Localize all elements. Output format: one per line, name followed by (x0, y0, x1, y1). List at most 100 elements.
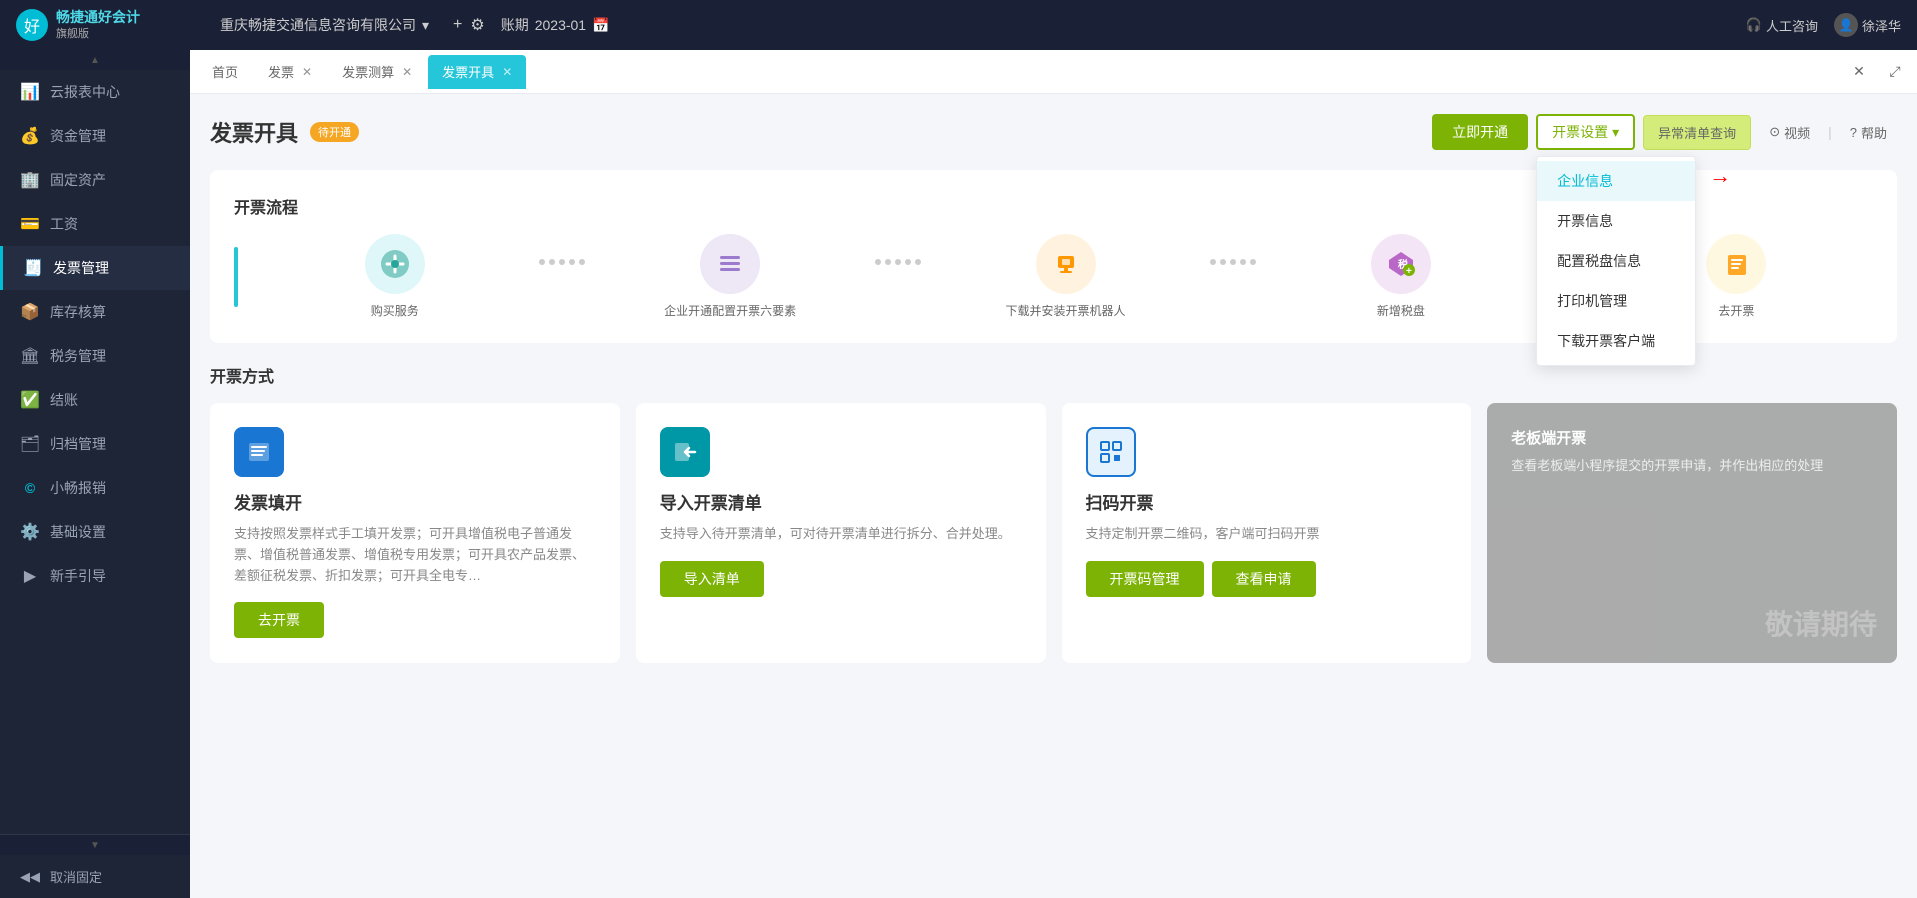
archive-icon: 🗂 (20, 434, 40, 454)
sidebar-item-zijin[interactable]: 💰 资金管理 (0, 114, 190, 158)
sidebar-item-kucun[interactable]: 📦 库存核算 (0, 290, 190, 334)
dropdown-item-dayinji[interactable]: 打印机管理 (1537, 281, 1695, 321)
scan-invoice-btn2[interactable]: 查看申请 (1212, 561, 1316, 597)
dropdown-item-label: 打印机管理 (1557, 293, 1627, 309)
support-btn[interactable]: 🎧 人工咨询 (1746, 16, 1818, 35)
tab-fapiao[interactable]: 发票 ✕ (254, 55, 326, 89)
tab-cesuan-close[interactable]: ✕ (402, 65, 412, 79)
sidebar-item-jiezhang[interactable]: ✅ 结账 (0, 378, 190, 422)
dropdown-item-qiyexinxi[interactable]: 企业信息 (1537, 161, 1695, 201)
flow-connector-3 (1202, 259, 1264, 265)
logo-sub: 旗舰版 (56, 25, 140, 41)
chart-icon: 📊 (20, 82, 40, 102)
video-button[interactable]: ⊙ 视频 (1759, 116, 1820, 149)
content-area: 首页 发票 ✕ 发票测算 ✕ 发票开具 ✕ ✕ ⤢ (190, 50, 1917, 898)
sidebar-item-gudingzichan[interactable]: 🏢 固定资产 (0, 158, 190, 202)
tab-kaiqu-label: 发票开具 (442, 62, 494, 81)
sidebar-item-gongzi[interactable]: 💳 工资 (0, 202, 190, 246)
boss-invoice-title: 老板端开票 (1511, 427, 1873, 448)
sidebar-scroll-down[interactable]: ▼ (0, 835, 190, 855)
import-invoice-desc: 支持导入待开票清单，可对待开票清单进行拆分、合并处理。 (660, 524, 1022, 545)
dot (905, 259, 911, 265)
dot (549, 259, 555, 265)
tab-maximize-btn[interactable]: ⤢ (1881, 58, 1909, 86)
play-circle-icon: ⊙ (1769, 124, 1780, 140)
company-selector[interactable]: 重庆畅捷交通信息咨询有限公司 ▾ (212, 11, 437, 39)
sidebar-item-fapiao[interactable]: 🧾 发票管理 (0, 246, 190, 290)
box-icon: 📦 (20, 302, 40, 322)
sidebar-item-jichu[interactable]: ⚙️ 基础设置 (0, 510, 190, 554)
fill-invoice-icon (234, 427, 284, 477)
tab-fapiaokaiqu[interactable]: 发票开具 ✕ (428, 55, 526, 89)
logo-area: 好 畅捷通好会计 旗舰版 (16, 9, 196, 42)
flow-left-bar (234, 247, 238, 307)
logo-text: 畅捷通好会计 (56, 9, 140, 26)
sidebar-item-xiaochangbaoxiao[interactable]: © 小畅报销 (0, 466, 190, 510)
play-icon: ▶ (20, 566, 40, 586)
exception-button[interactable]: 异常清单查询 (1643, 115, 1751, 150)
tab-home[interactable]: 首页 (198, 55, 252, 89)
dropdown-item-kaipiaoxinxi[interactable]: 开票信息 (1537, 201, 1695, 241)
dot (539, 259, 545, 265)
dot (579, 259, 585, 265)
add-icon[interactable]: + (453, 16, 462, 34)
sidebar-item-guidang[interactable]: 🗂 归档管理 (0, 422, 190, 466)
scan-invoice-btn[interactable]: 开票码管理 (1086, 561, 1204, 597)
logo-text-area: 畅捷通好会计 旗舰版 (56, 9, 140, 42)
chevron-down-icon: ▾ (422, 17, 429, 34)
video-label: 视频 (1784, 123, 1810, 142)
settings-button-label: 开票设置 (1552, 122, 1608, 142)
period-area: 账期 2023-01 📅 (501, 15, 610, 35)
red-arrow-indicator: → (1709, 163, 1731, 189)
tab-cesuan-label: 发票测算 (342, 62, 394, 81)
tab-close-btn[interactable]: ✕ (1845, 58, 1873, 86)
sidebar-item-cancel-fixed[interactable]: ◀◀ 取消固定 (0, 855, 190, 898)
help-button[interactable]: ? 帮助 (1840, 116, 1897, 149)
methods-grid: 发票填开 支持按照发票样式手工填开发票；可开具增值税电子普通发票、增值税普通发票… (210, 403, 1897, 663)
dot (569, 259, 575, 265)
sidebar-item-label: 工资 (50, 214, 78, 234)
import-invoice-icon (660, 427, 710, 477)
user-area[interactable]: 👤 徐泽华 (1834, 13, 1901, 37)
dot (875, 259, 881, 265)
page-title-area: 发票开具 待开通 (210, 116, 359, 148)
tab-fapiao-close[interactable]: ✕ (302, 65, 312, 79)
scan-invoice-desc: 支持定制开票二维码，客户端可扫码开票 (1086, 524, 1448, 545)
flow-step-icon-invoice (1706, 234, 1766, 294)
sidebar-bottom-label: 取消固定 (50, 867, 102, 886)
page-actions: 立即开通 开票设置 ▾ 企业信息 (1432, 114, 1897, 150)
sidebar-item-label: 云报表中心 (50, 82, 120, 102)
dropdown-item-xiazaikehu[interactable]: 下载开票客户端 (1537, 321, 1695, 361)
tab-kaiqu-close[interactable]: ✕ (502, 65, 512, 79)
page-header: 发票开具 待开通 立即开通 开票设置 ▾ (210, 114, 1897, 150)
dot (885, 259, 891, 265)
flow-step-label-addtax: 新增税盘 (1377, 302, 1425, 319)
divider: | (1828, 124, 1832, 140)
settings-button[interactable]: 开票设置 ▾ (1536, 114, 1635, 150)
import-invoice-btn[interactable]: 导入清单 (660, 561, 764, 597)
dropdown-item-peizhishupan[interactable]: 配置税盘信息 (1537, 241, 1695, 281)
settings-icon[interactable]: ⚙ (470, 15, 484, 35)
sidebar-item-xinshou[interactable]: ▶ 新手引导 (0, 554, 190, 598)
tab-fapiaocesuan[interactable]: 发票测算 ✕ (328, 55, 426, 89)
fill-invoice-btn[interactable]: 去开票 (234, 602, 324, 638)
sidebar-scroll-up[interactable]: ▲ (0, 50, 190, 70)
settings-dropdown-container: 开票设置 ▾ 企业信息 开票信息 (1536, 114, 1635, 150)
building-icon: 🏢 (20, 170, 40, 190)
flow-step-label-download: 下载并安装开票机器人 (1006, 302, 1126, 319)
method-card-import: 导入开票清单 支持导入待开票清单，可对待开票清单进行拆分、合并处理。 导入清单 (636, 403, 1046, 663)
tab-fapiao-label: 发票 (268, 62, 294, 81)
sidebar-item-yunbao[interactable]: 📊 云报表中心 (0, 70, 190, 114)
sidebar-item-shuiwu[interactable]: 🏛 税务管理 (0, 334, 190, 378)
svg-text:+: + (1406, 266, 1412, 277)
calendar-icon[interactable]: 📅 (592, 17, 609, 34)
dropdown-item-label: 下载开票客户端 (1557, 333, 1655, 349)
status-badge: 待开通 (310, 122, 359, 142)
activate-button[interactable]: 立即开通 (1432, 114, 1528, 150)
period-label: 账期 (501, 15, 529, 35)
sidebar-item-label: 发票管理 (53, 258, 109, 278)
tab-home-label: 首页 (212, 62, 238, 81)
page-title: 发票开具 (210, 116, 298, 148)
dot (1250, 259, 1256, 265)
money-icon: 💰 (20, 126, 40, 146)
